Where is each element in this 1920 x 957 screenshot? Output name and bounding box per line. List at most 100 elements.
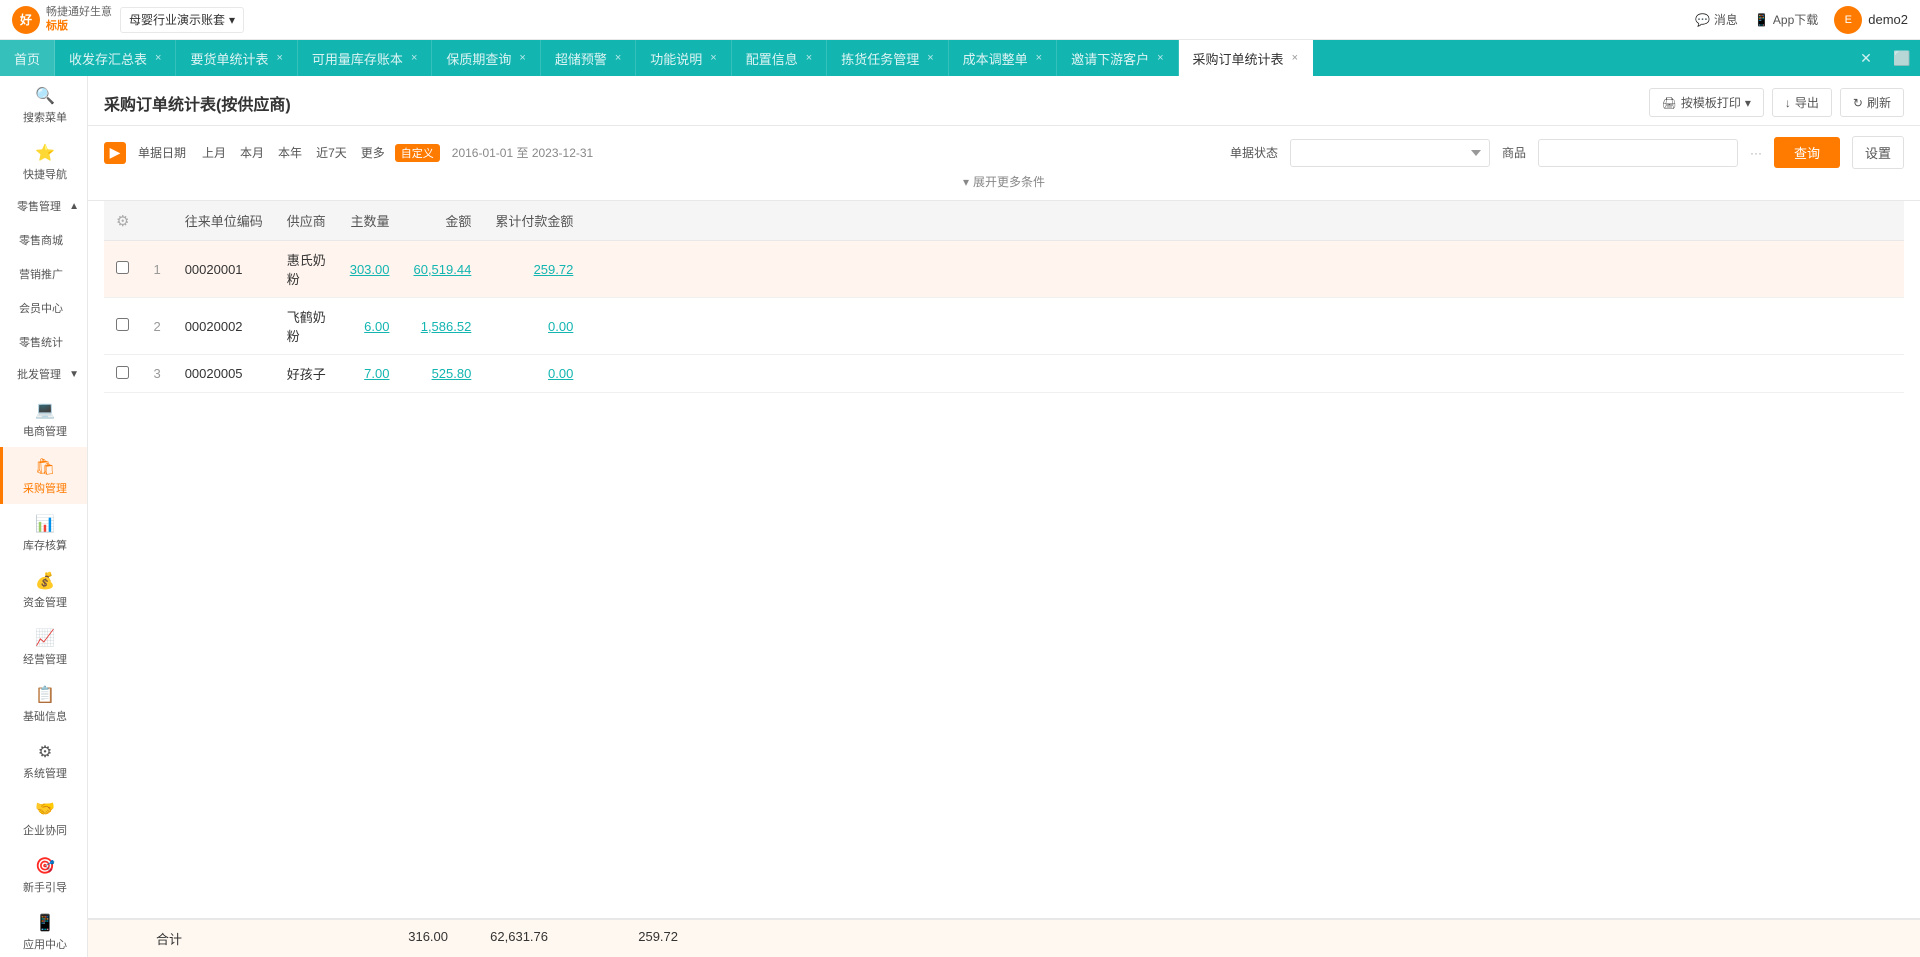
th-settings[interactable]: ⚙ [104, 201, 141, 241]
sidebar-item-retail-stat[interactable]: 零售统计 [0, 324, 87, 358]
row-amount: 60,519.44 [401, 241, 483, 298]
sidebar-item-operation[interactable]: 📈 经营管理 [0, 618, 87, 675]
close-icon[interactable]: × [276, 52, 282, 64]
enterprise-icon: 🤝 [35, 799, 55, 819]
tab-收发存汇总表[interactable]: 收发存汇总表 × [55, 40, 176, 76]
mobile-icon: 📱 [1754, 13, 1769, 27]
top-bar-right: 💬 消息 📱 App下载 E demo2 [1695, 6, 1908, 34]
table-row[interactable]: 2 00020002 飞鹤奶粉 6.00 1,586.52 0.00 [104, 298, 1904, 355]
sidebar-item-ecommerce[interactable]: 💻 电商管理 [0, 390, 87, 447]
sidebar-item-quicknav[interactable]: ⭐ 快捷导航 [0, 133, 87, 190]
close-icon[interactable]: × [1157, 52, 1163, 64]
date-btn-last-month[interactable]: 上月 [198, 143, 230, 162]
th-supplier: 供应商 [275, 201, 338, 241]
page-title: 采购订单统计表(按供应商) [104, 91, 291, 115]
query-button[interactable]: 查询 [1774, 137, 1840, 168]
table-row[interactable]: 1 00020001 惠氏奶粉 303.00 60,519.44 259.72 [104, 241, 1904, 298]
sidebar-item-finance[interactable]: 💰 资金管理 [0, 561, 87, 618]
chevron-down-icon: ▾ [963, 175, 969, 189]
sidebar-item-member[interactable]: 会员中心 [0, 290, 87, 324]
workspace-selector[interactable]: 母婴行业演示账套 ▾ [120, 7, 244, 33]
appcenter-icon: 📱 [35, 913, 55, 933]
tab-功能说明[interactable]: 功能说明 × [636, 40, 731, 76]
close-icon[interactable]: × [615, 52, 621, 64]
user-area[interactable]: E demo2 [1834, 6, 1908, 34]
tab-拣货任务管理[interactable]: 拣货任务管理 × [827, 40, 948, 76]
print-button[interactable]: 🖨 按模板打印 ▾ [1649, 88, 1764, 117]
date-btn-this-month[interactable]: 本月 [236, 143, 268, 162]
date-btn-more[interactable]: 更多 [357, 143, 389, 162]
close-icon[interactable]: × [411, 52, 417, 64]
sidebar-item-inventory[interactable]: 📊 库存核算 [0, 504, 87, 561]
status-select[interactable] [1290, 139, 1490, 167]
date-btn-this-year[interactable]: 本年 [274, 143, 306, 162]
message-action[interactable]: 💬 消息 [1695, 11, 1738, 28]
row-seq: 3 [141, 355, 172, 393]
row-main-qty: 303.00 [338, 241, 402, 298]
chevron-up-icon: ▲ [69, 201, 79, 212]
refresh-button[interactable]: ↻ 刷新 [1840, 88, 1904, 117]
tab-成本调整单[interactable]: 成本调整单 × [949, 40, 1057, 76]
sidebar-item-appcenter[interactable]: 📱 应用中心 [0, 903, 87, 957]
ecommerce-icon: 💻 [35, 400, 55, 420]
tab-采购订单统计表[interactable]: 采购订单统计表 × [1179, 40, 1313, 76]
close-icon[interactable]: × [806, 52, 812, 64]
tab-可用量库存账本[interactable]: 可用量库存账本 × [298, 40, 432, 76]
sidebar-item-search[interactable]: 🔍 搜索菜单 [0, 76, 87, 133]
date-btn-7days[interactable]: 近7天 [312, 143, 351, 162]
th-extra [585, 201, 1904, 241]
footer-label: 合计 [100, 929, 380, 948]
message-icon: 💬 [1695, 13, 1710, 27]
row-checkbox[interactable] [104, 241, 141, 298]
tab-配置信息[interactable]: 配置信息 × [732, 40, 827, 76]
row-supplier: 惠氏奶粉 [275, 241, 338, 298]
date-shortcuts: 上月 本月 本年 近7天 更多 自定义 [198, 143, 440, 162]
close-icon[interactable]: × [519, 52, 525, 64]
row-checkbox[interactable] [104, 298, 141, 355]
tab-超储预警[interactable]: 超储预警 × [541, 40, 636, 76]
sidebar-item-retail-mall[interactable]: 零售商城 [0, 222, 87, 256]
sidebar-item-newguide[interactable]: 🎯 新手引导 [0, 846, 87, 903]
goods-more-icon[interactable]: ··· [1750, 146, 1762, 160]
sidebar-item-wholesale[interactable]: 批发管理 ▼ [0, 358, 87, 390]
row-cumulative-paid: 0.00 [483, 298, 585, 355]
goods-label: 商品 [1502, 144, 1526, 161]
filter-row: ▶ 单据日期 上月 本月 本年 近7天 更多 自定义 2016-01-01 至 … [104, 136, 1904, 169]
row-unit-code: 00020005 [173, 355, 275, 393]
app-download-action[interactable]: 📱 App下载 [1754, 11, 1818, 28]
filter-toggle-button[interactable]: ▶ [104, 142, 126, 164]
status-label: 单据状态 [1230, 144, 1278, 161]
close-all-button[interactable]: ✕ [1848, 40, 1884, 76]
close-icon[interactable]: × [710, 52, 716, 64]
close-icon[interactable]: × [155, 52, 161, 64]
sidebar: 🔍 搜索菜单 ⭐ 快捷导航 零售管理 ▲ 零售商城 营销推广 会员中心 零售统计… [0, 76, 88, 957]
sidebar-item-retail[interactable]: 零售管理 ▲ [0, 190, 87, 222]
sidebar-item-system[interactable]: ⚙ 系统管理 [0, 732, 87, 789]
search-icon: 🔍 [35, 86, 55, 106]
tab-保质期查询[interactable]: 保质期查询 × [432, 40, 540, 76]
table-row[interactable]: 3 00020005 好孩子 7.00 525.80 0.00 [104, 355, 1904, 393]
goods-input[interactable] [1538, 139, 1738, 167]
sidebar-item-enterprise[interactable]: 🤝 企业协同 [0, 789, 87, 846]
close-icon[interactable]: × [927, 52, 933, 64]
tab-邀请下游客户[interactable]: 邀请下游客户 × [1057, 40, 1178, 76]
expand-more-button[interactable]: ▾ 展开更多条件 [104, 169, 1904, 190]
row-main-qty: 6.00 [338, 298, 402, 355]
tab-要货单统计表[interactable]: 要货单统计表 × [176, 40, 297, 76]
sidebar-item-basic[interactable]: 📋 基础信息 [0, 675, 87, 732]
operation-icon: 📈 [35, 628, 55, 648]
export-button[interactable]: ↓ 导出 [1772, 88, 1832, 117]
refresh-icon: ↻ [1853, 96, 1863, 110]
page-header-actions: 🖨 按模板打印 ▾ ↓ 导出 ↻ 刷新 [1649, 88, 1904, 117]
close-icon[interactable]: × [1036, 52, 1042, 64]
sidebar-item-marketing[interactable]: 营销推广 [0, 256, 87, 290]
close-icon[interactable]: × [1292, 52, 1298, 64]
tab-home[interactable]: 首页 [0, 40, 55, 76]
row-checkbox[interactable] [104, 355, 141, 393]
username-label: demo2 [1868, 12, 1908, 27]
settings-button[interactable]: 设置 [1852, 136, 1904, 169]
filter-area: ▶ 单据日期 上月 本月 本年 近7天 更多 自定义 2016-01-01 至 … [88, 126, 1920, 201]
row-extra [585, 355, 1904, 393]
restore-button[interactable]: ⬜ [1884, 40, 1920, 76]
sidebar-item-purchase[interactable]: 🛍 采购管理 [0, 447, 87, 504]
